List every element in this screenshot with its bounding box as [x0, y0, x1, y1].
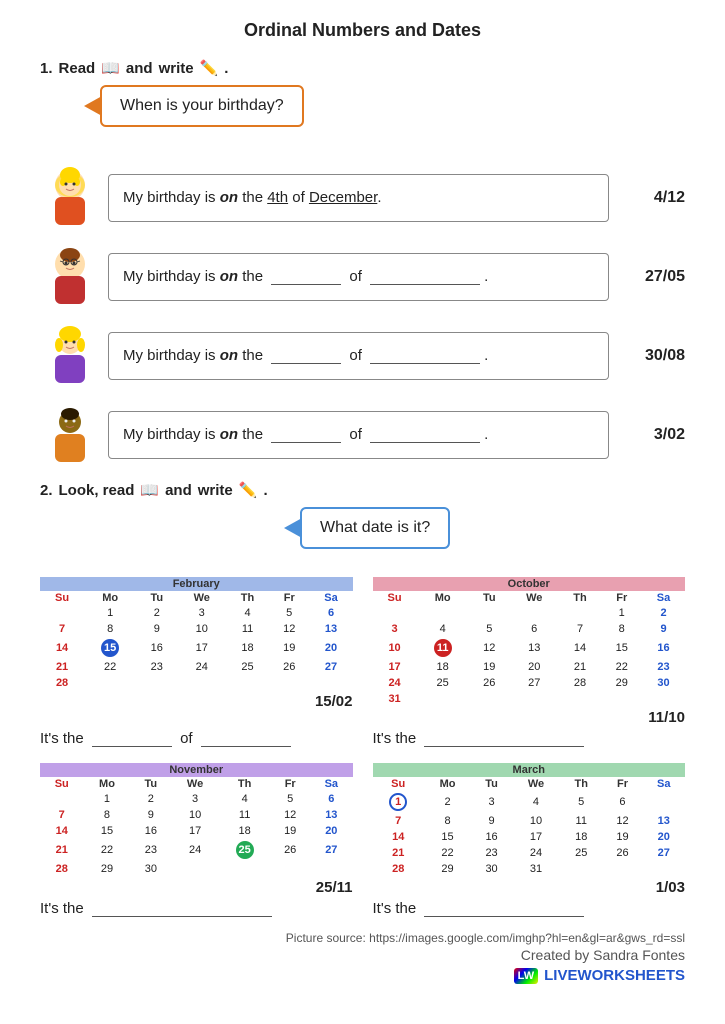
question-bubble-2: What date is it? — [300, 507, 450, 549]
section1: 1. Read 📖 and write ✏️ . When is your bi… — [40, 59, 685, 467]
date-label-2: 27/05 — [625, 268, 685, 286]
calendars-top-row: February Su Mo Tu We Th Fr Sa — [40, 577, 685, 726]
mar-date-label: 1/03 — [656, 879, 685, 896]
birthday-row-4: My birthday is on the of . 3/02 — [40, 402, 685, 467]
birthday-box-4: My birthday is on the of . — [108, 411, 609, 459]
section2: 2. Look, read 📖 and write ✏️ . What date… — [40, 481, 685, 917]
mar-1-highlight: 1 — [389, 793, 407, 811]
write-text: write — [159, 60, 194, 77]
created-by: Created by Sandra Fontes — [40, 947, 685, 963]
mar-title: March — [373, 763, 686, 777]
page-title: Ordinal Numbers and Dates — [40, 20, 685, 41]
birthday-row-1: My birthday is on the 4th of December. 4… — [40, 165, 685, 230]
avatar-3 — [40, 323, 100, 388]
feb-title: February — [40, 577, 353, 591]
nov-25-highlight: 25 — [236, 841, 254, 859]
oct-table: October Su Mo Tu We Th Fr Sa — [373, 577, 686, 707]
section1-number: 1. — [40, 60, 53, 77]
look-read-text: Look, read — [59, 482, 135, 499]
liveworksheets-branding: LW LIVEWORKSHEETS — [40, 967, 685, 984]
pencil-icon-2: ✏️ — [239, 481, 258, 499]
avatar-1 — [40, 165, 100, 230]
avatar-2 — [40, 244, 100, 309]
its-the-row-1: It's the of It's the — [40, 730, 685, 747]
birthday-box-2: My birthday is on the of . — [108, 253, 609, 301]
read-text: Read — [59, 60, 96, 77]
and-text: and — [126, 60, 153, 77]
footer: Picture source: https://images.google.co… — [40, 931, 685, 984]
book-icon-2: 📖 — [140, 481, 159, 499]
section2-label: 2. Look, read 📖 and write ✏️ . — [40, 481, 685, 499]
feb-table: February Su Mo Tu We Th Fr Sa — [40, 577, 353, 691]
and-text-2: and — [165, 482, 192, 499]
its-the-row-2: It's the It's the — [40, 900, 685, 917]
date-label-3: 30/08 — [625, 347, 685, 365]
avatar-4 — [40, 402, 100, 467]
oct-title: October — [373, 577, 686, 591]
picture-source: Picture source: https://images.google.co… — [40, 931, 685, 945]
birthday-row-2: My birthday is on the of . 27/05 — [40, 244, 685, 309]
calendar-february: February Su Mo Tu We Th Fr Sa — [40, 577, 353, 726]
mar-table: March Su Mo Tu We Th Fr Sa — [373, 763, 686, 877]
date-label-1: 4/12 — [625, 189, 685, 207]
question-text-2: What date is it? — [320, 519, 430, 536]
nov-date-label: 25/11 — [316, 879, 353, 896]
calendars-bottom-row: November Su Mo Tu We Th Fr Sa — [40, 763, 685, 896]
book-icon: 📖 — [101, 59, 120, 77]
nov-title: November — [40, 763, 353, 777]
question-text: When is your birthday? — [120, 97, 284, 114]
pencil-icon: ✏️ — [200, 59, 219, 77]
section2-number: 2. — [40, 482, 53, 499]
birthday-row-3: My birthday is on the of . 30/08 — [40, 323, 685, 388]
write-text-2: write — [198, 482, 233, 499]
question-bubble: When is your birthday? — [100, 85, 304, 127]
calendar-november: November Su Mo Tu We Th Fr Sa — [40, 763, 353, 896]
birthday-box-1: My birthday is on the 4th of December. — [108, 174, 609, 222]
lw-text: LIVEWORKSHEETS — [544, 967, 685, 984]
lw-logo: LW — [514, 968, 539, 984]
oct-date-label: 11/10 — [648, 709, 685, 726]
calendar-march: March Su Mo Tu We Th Fr Sa — [373, 763, 686, 896]
birthday-box-3: My birthday is on the of . — [108, 332, 609, 380]
nov-table: November Su Mo Tu We Th Fr Sa — [40, 763, 353, 877]
oct-11-highlight: 11 — [434, 639, 452, 657]
date-label-4: 3/02 — [625, 426, 685, 444]
calendar-october: October Su Mo Tu We Th Fr Sa — [373, 577, 686, 726]
feb-date-label: 15/02 — [315, 693, 353, 710]
feb-15-highlight: 15 — [101, 639, 119, 657]
section1-label: 1. Read 📖 and write ✏️ . — [40, 59, 685, 77]
